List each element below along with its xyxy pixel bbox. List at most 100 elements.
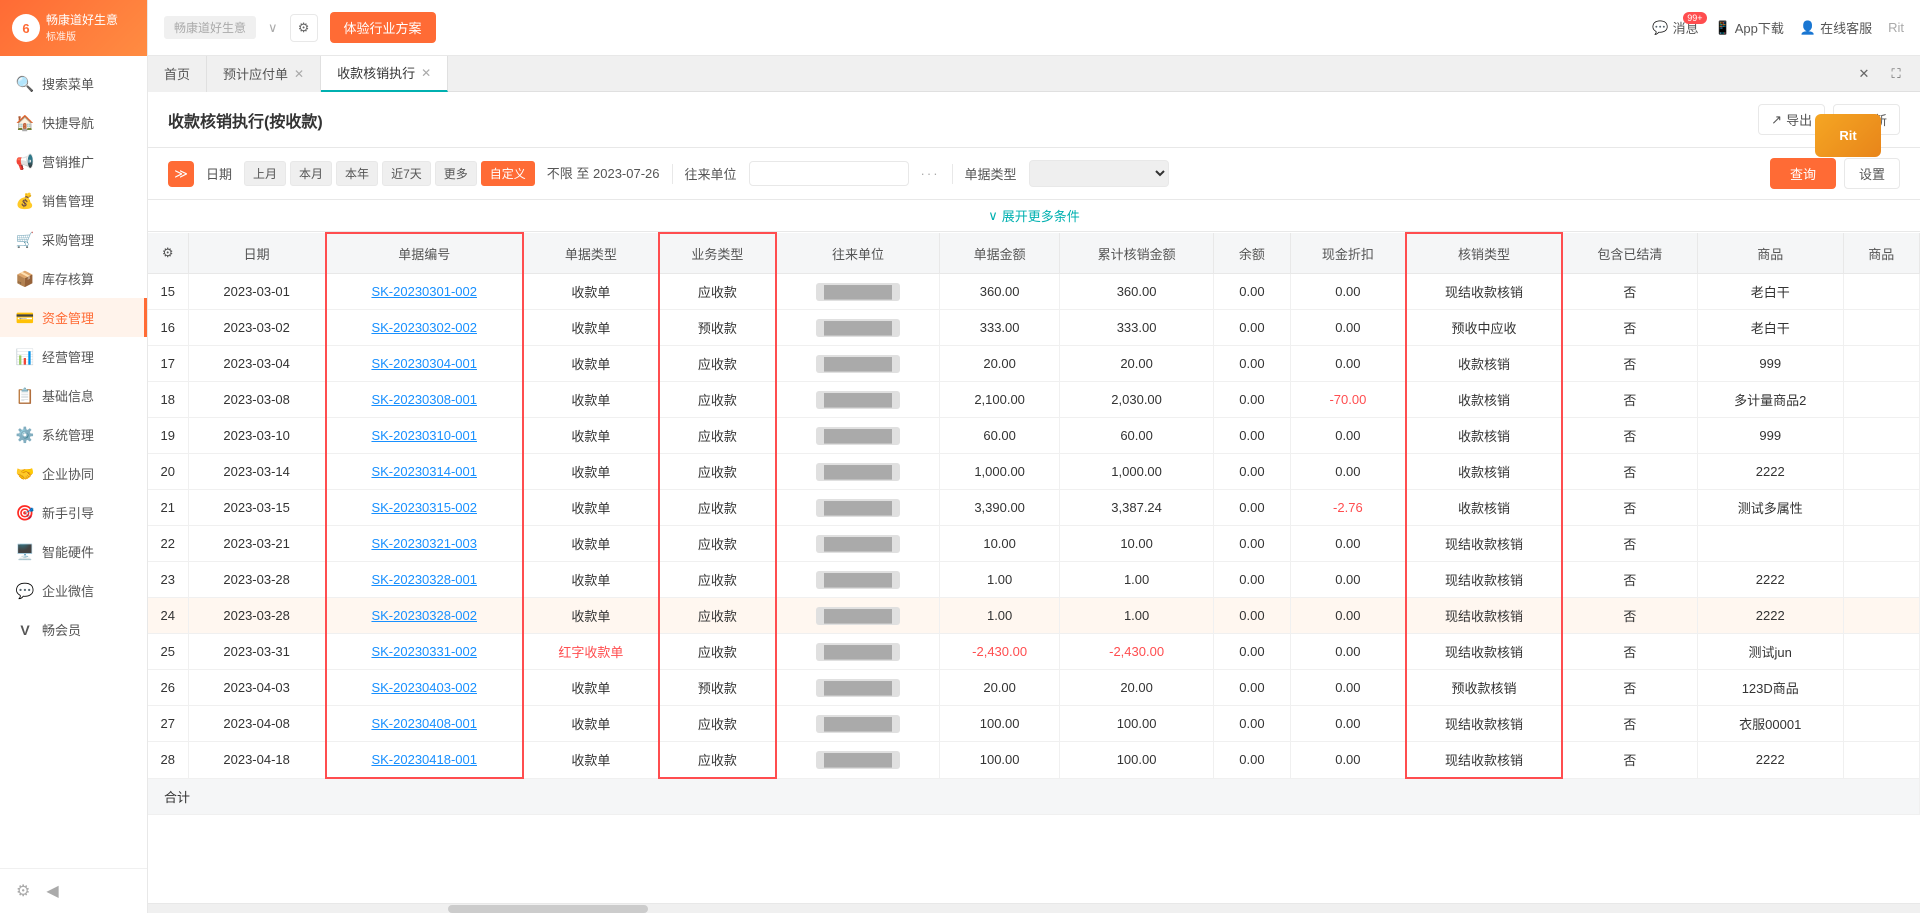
date-7days[interactable]: 近7天 (382, 161, 431, 186)
table-row[interactable]: 22 2023-03-21 SK-20230321-003 收款单 应收款 ██… (148, 526, 1920, 562)
cell-balance: 0.00 (1214, 418, 1290, 454)
customer-service-button[interactable]: 👤 在线客服 (1800, 18, 1872, 37)
bill-no-link[interactable]: SK-20230315-002 (371, 500, 477, 515)
sidebar-item-system[interactable]: ⚙️ 系统管理 (0, 415, 147, 454)
bill-no-link[interactable]: SK-20230408-001 (371, 716, 477, 731)
tab-close-collection[interactable]: ✕ (421, 66, 431, 80)
tab-close-payable[interactable]: ✕ (294, 67, 304, 81)
sidebar-label-search: 搜索菜单 (42, 74, 94, 93)
cell-date: 2023-04-18 (188, 742, 326, 779)
sidebar-item-basic[interactable]: 📋 基础信息 (0, 376, 147, 415)
sidebar-item-sales[interactable]: 💰 销售管理 (0, 181, 147, 220)
topbar: 畅康道好生意 ∨ ⚙ 体验行业方案 💬 消息 99+ 📱 App下载 👤 在线客… (148, 0, 1920, 56)
topbar-arrow: ∨ (268, 20, 278, 36)
sidebar-item-inventory[interactable]: 📦 库存核算 (0, 259, 147, 298)
solution-button[interactable]: 体验行业方案 (330, 12, 436, 43)
date-more[interactable]: 更多 (435, 161, 477, 186)
gear-button[interactable]: ⚙ (290, 14, 318, 42)
table-row[interactable]: 23 2023-03-28 SK-20230328-001 收款单 应收款 ██… (148, 562, 1920, 598)
cell-offset-type: 现结收款核销 (1406, 706, 1562, 742)
collapse-icon[interactable]: ◀ (46, 881, 58, 901)
table-row[interactable]: 26 2023-04-03 SK-20230403-002 收款单 预收款 ██… (148, 670, 1920, 706)
table-row[interactable]: 21 2023-03-15 SK-20230315-002 收款单 应收款 ██… (148, 490, 1920, 526)
sidebar-item-quicknav[interactable]: 🏠 快捷导航 (0, 103, 147, 142)
cell-product2 (1843, 418, 1919, 454)
table-row[interactable]: 17 2023-03-04 SK-20230304-001 收款单 应收款 ██… (148, 346, 1920, 382)
expand-more-button[interactable]: ∨ 展开更多条件 (988, 206, 1080, 225)
page-header: 收款核销执行(按收款) ↗ 导出 ↺ 刷新 (148, 92, 1920, 148)
table-row[interactable]: 25 2023-03-31 SK-20230331-002 红字收款单 应收款 … (148, 634, 1920, 670)
bill-no-link[interactable]: SK-20230308-001 (371, 392, 477, 407)
bill-no-link[interactable]: SK-20230331-002 (371, 644, 477, 659)
cell-cash-discount: -70.00 (1290, 382, 1406, 418)
sidebar-item-purchase[interactable]: 🛒 采购管理 (0, 220, 147, 259)
sidebar-label-purchase: 采购管理 (42, 230, 94, 249)
table-row[interactable]: 27 2023-04-08 SK-20230408-001 收款单 应收款 ██… (148, 706, 1920, 742)
bill-no-link[interactable]: SK-20230302-002 (371, 320, 477, 335)
cell-balance: 0.00 (1214, 742, 1290, 779)
cell-counterpart: ████████ (776, 346, 940, 382)
voucher-type-select[interactable] (1029, 160, 1169, 187)
date-this-year[interactable]: 本年 (336, 161, 378, 186)
table-row[interactable]: 19 2023-03-10 SK-20230310-001 收款单 应收款 ██… (148, 418, 1920, 454)
cell-cash-discount: 0.00 (1290, 670, 1406, 706)
bill-no-link[interactable]: SK-20230301-002 (371, 284, 477, 299)
counterpart-input[interactable] (749, 161, 909, 186)
bill-no-link[interactable]: SK-20230310-001 (371, 428, 477, 443)
message-icon: 💬 (1652, 20, 1668, 36)
filter-divider-2 (952, 164, 953, 184)
bill-no-link[interactable]: SK-20230321-003 (371, 536, 477, 551)
maximize-button[interactable]: ⛶ (1884, 62, 1908, 86)
sidebar-item-operations[interactable]: 📊 经营管理 (0, 337, 147, 376)
query-button[interactable]: 查询 (1770, 158, 1836, 189)
logo-icon: 6 (12, 14, 40, 42)
bill-no-link[interactable]: SK-20230314-001 (371, 464, 477, 479)
sidebar-item-finance[interactable]: 💳 资金管理 (0, 298, 147, 337)
col-settings[interactable]: ⚙ (148, 233, 188, 274)
table-row[interactable]: 28 2023-04-18 SK-20230418-001 收款单 应收款 ██… (148, 742, 1920, 779)
table-row[interactable]: 16 2023-03-02 SK-20230302-002 收款单 预收款 ██… (148, 310, 1920, 346)
app-download-button[interactable]: 📱 App下载 (1715, 18, 1784, 37)
table-row[interactable]: 15 2023-03-01 SK-20230301-002 收款单 应收款 ██… (148, 274, 1920, 310)
sidebar-item-collab[interactable]: 🤝 企业协同 (0, 454, 147, 493)
bill-no-link[interactable]: SK-20230328-002 (371, 608, 477, 623)
close-window-button[interactable]: ✕ (1852, 62, 1876, 86)
cell-include-settled: 否 (1562, 346, 1698, 382)
sidebar-label-guide: 新手引导 (42, 503, 94, 522)
table-row[interactable]: 24 2023-03-28 SK-20230328-002 收款单 应收款 ██… (148, 598, 1920, 634)
bill-no-link[interactable]: SK-20230403-002 (371, 680, 477, 695)
col-bill-no: 单据编号 (326, 233, 523, 274)
bill-no-link[interactable]: SK-20230328-001 (371, 572, 477, 587)
sidebar-item-member[interactable]: V 畅会员 (0, 610, 147, 649)
tab-collection[interactable]: 收款核销执行 ✕ (321, 56, 448, 92)
settings-icon[interactable]: ⚙ (16, 881, 30, 901)
cell-balance: 0.00 (1214, 670, 1290, 706)
table-wrap: ⚙ 日期 单据编号 单据类型 业务类型 往来单位 单据金额 累计核销金额 余额 … (148, 232, 1920, 903)
sidebar-item-hardware[interactable]: 🖥️ 智能硬件 (0, 532, 147, 571)
cell-no: 17 (148, 346, 188, 382)
table-row[interactable]: 18 2023-03-08 SK-20230308-001 收款单 应收款 ██… (148, 382, 1920, 418)
horizontal-scrollbar[interactable] (148, 903, 1920, 913)
cell-offset-type: 预收款核销 (1406, 670, 1562, 706)
sidebar-item-search[interactable]: 🔍 搜索菜单 (0, 64, 147, 103)
cell-offset-type: 收款核销 (1406, 346, 1562, 382)
filter-action-buttons: 查询 设置 (1770, 158, 1900, 189)
cell-bill-no: SK-20230331-002 (326, 634, 523, 670)
sidebar-item-guide[interactable]: 🎯 新手引导 (0, 493, 147, 532)
bill-no-link[interactable]: SK-20230304-001 (371, 356, 477, 371)
date-last-month[interactable]: 上月 (244, 161, 286, 186)
table-row[interactable]: 20 2023-03-14 SK-20230314-001 收款单 应收款 ██… (148, 454, 1920, 490)
setting-button[interactable]: 设置 (1844, 158, 1900, 189)
cell-date: 2023-03-15 (188, 490, 326, 526)
date-custom[interactable]: 自定义 (481, 161, 535, 186)
message-button[interactable]: 💬 消息 99+ (1652, 18, 1698, 37)
bill-no-link[interactable]: SK-20230418-001 (371, 752, 477, 767)
cell-cash-discount: 0.00 (1290, 526, 1406, 562)
service-icon: 👤 (1800, 20, 1816, 36)
date-this-month[interactable]: 本月 (290, 161, 332, 186)
tab-home[interactable]: 首页 (148, 56, 207, 92)
filter-expand-button[interactable]: ≫ (168, 161, 194, 187)
sidebar-item-wechat[interactable]: 💬 企业微信 (0, 571, 147, 610)
tab-payable[interactable]: 预计应付单 ✕ (207, 56, 321, 92)
sidebar-item-marketing[interactable]: 📢 营销推广 (0, 142, 147, 181)
